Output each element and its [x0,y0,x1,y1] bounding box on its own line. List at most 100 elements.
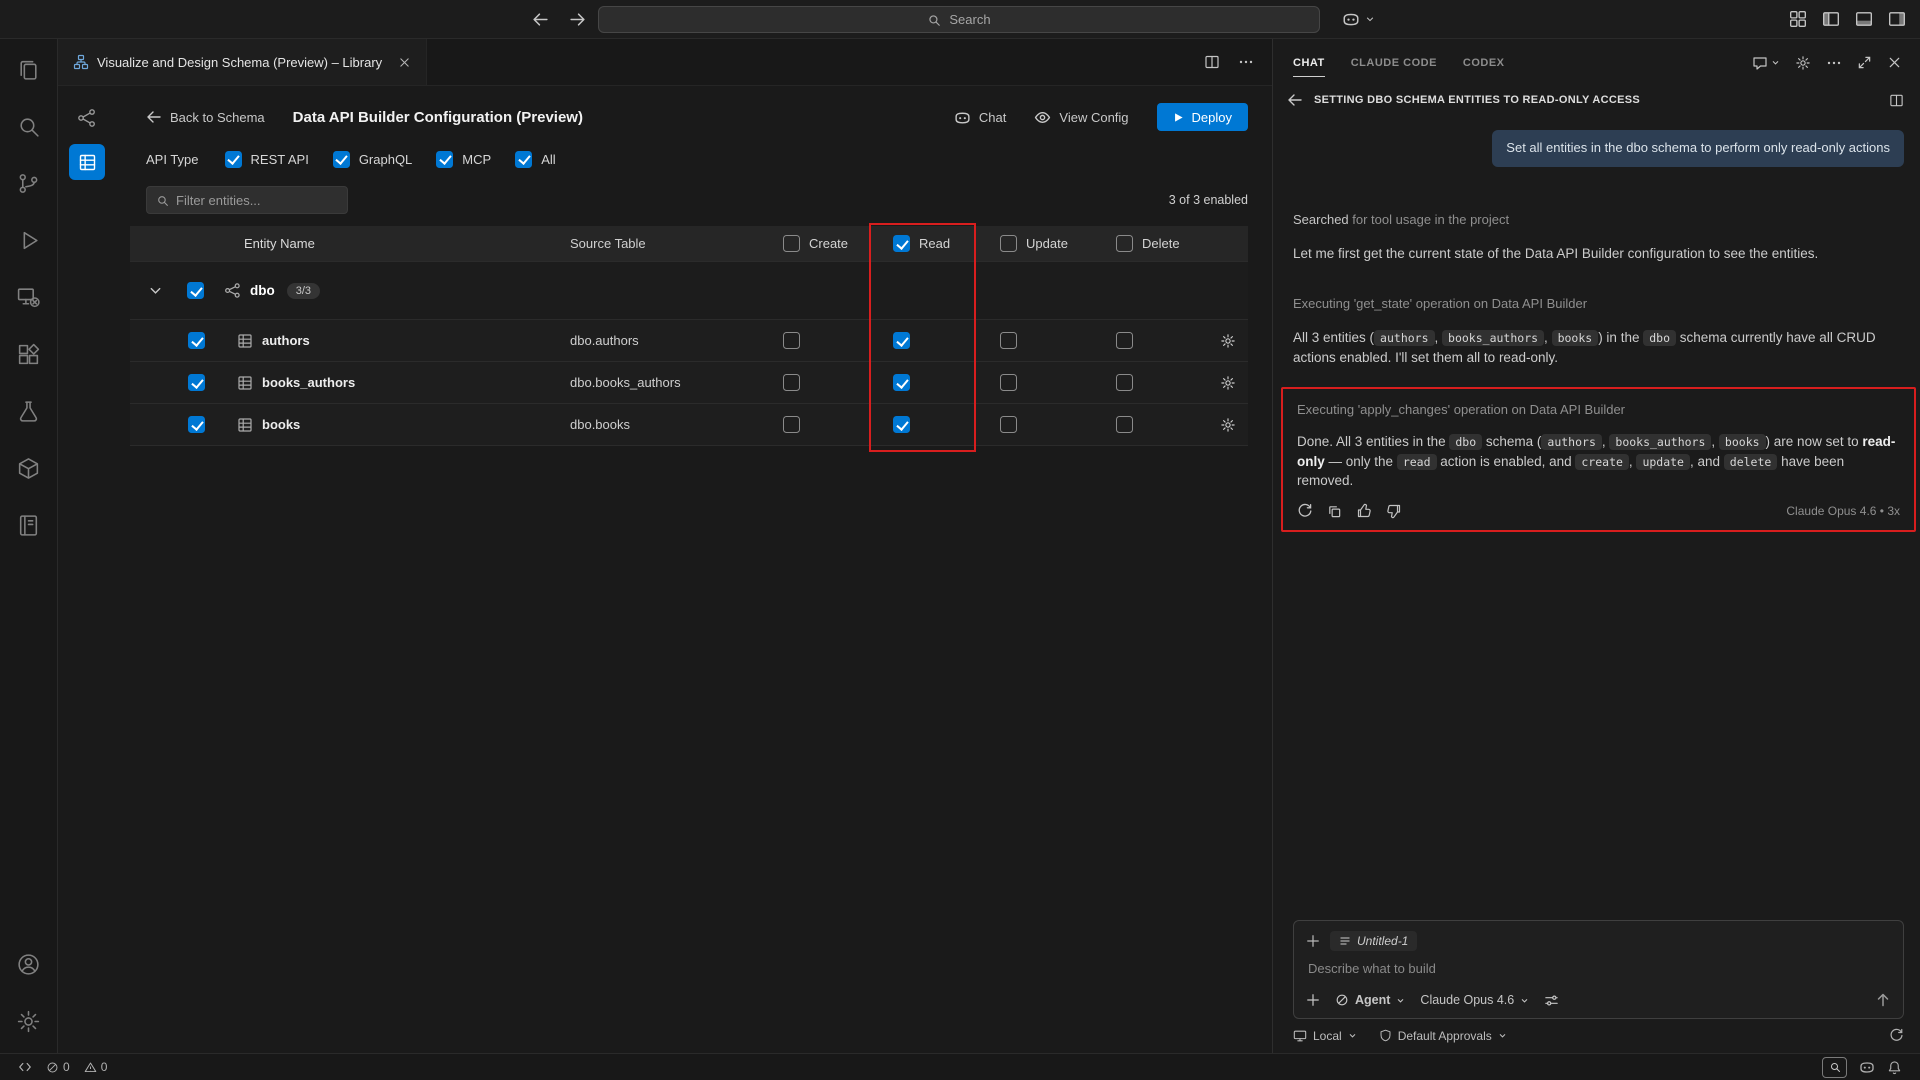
api-type-mcp[interactable]: MCP [436,151,491,168]
open-in-editor-icon[interactable] [1889,93,1904,108]
search-icon[interactable] [5,101,53,151]
tools-sliders-icon[interactable] [1544,993,1559,1008]
read-checkbox[interactable] [893,332,910,349]
source-control-icon[interactable] [5,158,53,208]
table-row[interactable]: books_authors dbo.books_authors [130,362,1248,404]
chat-close-icon[interactable] [1887,55,1902,70]
model-picker[interactable]: Claude Opus 4.6 [1420,993,1529,1007]
editor-actions-ellipsis-icon[interactable] [1238,54,1254,70]
api-type-rest[interactable]: REST API [225,151,309,168]
remote-indicator-icon[interactable] [18,1060,32,1074]
api-type-all[interactable]: All [515,151,555,168]
create-checkbox[interactable] [783,332,800,349]
tab-codex[interactable]: CODEX [1463,39,1505,86]
read-all-checkbox[interactable] [893,235,910,252]
row-settings-gear-icon[interactable] [1220,333,1236,349]
tab-visualize-design-schema[interactable]: Visualize and Design Schema (Preview) – … [58,39,427,85]
attach-icon[interactable] [1306,993,1320,1007]
session-refresh-icon[interactable] [1889,1028,1904,1043]
filter-entities-field[interactable] [176,193,338,208]
schema-designer-view-icon[interactable] [69,100,105,136]
delete-checkbox[interactable] [1116,416,1133,433]
environment-picker[interactable]: Local [1293,1029,1357,1043]
chat-input-box[interactable]: Untitled-1 Describe what to build Agent … [1293,920,1904,1019]
notebooks-icon[interactable] [5,500,53,550]
delete-all-checkbox[interactable] [1116,235,1133,252]
create-checkbox[interactable] [783,374,800,391]
chat-expand-icon[interactable] [1857,55,1872,70]
send-button[interactable] [1875,992,1891,1008]
split-editor-icon[interactable] [1204,54,1220,70]
thumbs-down-icon[interactable] [1386,503,1402,519]
add-context-icon[interactable] [1306,934,1320,948]
tab-claude-code[interactable]: CLAUDE CODE [1351,39,1437,86]
context-file-chip[interactable]: Untitled-1 [1330,931,1417,951]
zoom-status-icon[interactable] [1822,1057,1847,1078]
problems-errors[interactable]: 0 [46,1060,70,1074]
row-settings-gear-icon[interactable] [1220,417,1236,433]
extensions-icon[interactable] [5,329,53,379]
chat-more-ellipsis-icon[interactable] [1826,55,1842,71]
command-center-search[interactable]: Search [598,6,1320,33]
explorer-icon[interactable] [5,44,53,94]
filter-entities-input[interactable] [146,186,348,214]
toggle-panel-icon[interactable] [1855,10,1873,28]
update-checkbox[interactable] [1000,374,1017,391]
tab-chat[interactable]: CHAT [1293,39,1325,86]
settings-gear-icon[interactable] [5,996,53,1046]
nav-forward-icon[interactable] [569,11,586,28]
graphql-checkbox[interactable] [333,151,350,168]
dbo-select-checkbox[interactable] [187,282,204,299]
all-checkbox[interactable] [515,151,532,168]
delete-checkbox[interactable] [1116,332,1133,349]
remote-explorer-icon[interactable] [5,272,53,322]
expand-chevron-icon[interactable] [148,283,163,298]
update-all-checkbox[interactable] [1000,235,1017,252]
notifications-bell-icon[interactable] [1887,1060,1902,1075]
row-select-checkbox[interactable] [188,416,205,433]
create-checkbox[interactable] [783,416,800,433]
thumbs-up-icon[interactable] [1356,503,1372,519]
problems-warnings[interactable]: 0 [84,1060,108,1074]
agent-mode-picker[interactable]: Agent [1335,993,1405,1007]
toggle-sidebar-icon[interactable] [1822,10,1840,28]
create-all-checkbox[interactable] [783,235,800,252]
copy-icon[interactable] [1327,504,1342,519]
customize-layout-icon[interactable] [1789,10,1807,28]
regenerate-icon[interactable] [1297,503,1313,519]
account-icon[interactable] [5,939,53,989]
row-settings-gear-icon[interactable] [1220,375,1236,391]
schema-group-row-dbo[interactable]: dbo 3/3 [130,262,1248,320]
tab-close-icon[interactable] [398,56,411,69]
database-projects-icon[interactable] [5,443,53,493]
back-to-schema-link[interactable]: Back to Schema [146,109,265,125]
read-checkbox[interactable] [893,416,910,433]
table-row[interactable]: authors dbo.authors [130,320,1248,362]
approvals-picker[interactable]: Default Approvals [1379,1029,1507,1043]
copilot-titlebar-button[interactable] [1342,0,1375,38]
row-select-checkbox[interactable] [188,374,205,391]
thread-back-icon[interactable] [1287,92,1303,108]
deploy-button[interactable]: Deploy [1157,103,1248,131]
copilot-status-icon[interactable] [1859,1059,1875,1075]
mcp-checkbox[interactable] [436,151,453,168]
view-config-button[interactable]: View Config [1034,109,1128,126]
chat-history-icon[interactable] [1752,55,1780,71]
table-row[interactable]: books dbo.books [130,404,1248,446]
api-type-graphql[interactable]: GraphQL [333,151,412,168]
update-checkbox[interactable] [1000,416,1017,433]
testing-icon[interactable] [5,386,53,436]
delete-checkbox[interactable] [1116,374,1133,391]
chat-button[interactable]: Chat [954,109,1006,126]
chat-input-placeholder[interactable]: Describe what to build [1308,961,1889,976]
toggle-secondary-sidebar-icon[interactable] [1888,10,1906,28]
chat-settings-gear-icon[interactable] [1795,55,1811,71]
read-checkbox[interactable] [893,374,910,391]
rest-api-checkbox[interactable] [225,151,242,168]
update-checkbox[interactable] [1000,332,1017,349]
row-select-checkbox[interactable] [188,332,205,349]
arrow-left-icon [146,109,162,125]
data-api-builder-view-icon[interactable] [69,144,105,180]
run-debug-icon[interactable] [5,215,53,265]
nav-back-icon[interactable] [532,11,549,28]
